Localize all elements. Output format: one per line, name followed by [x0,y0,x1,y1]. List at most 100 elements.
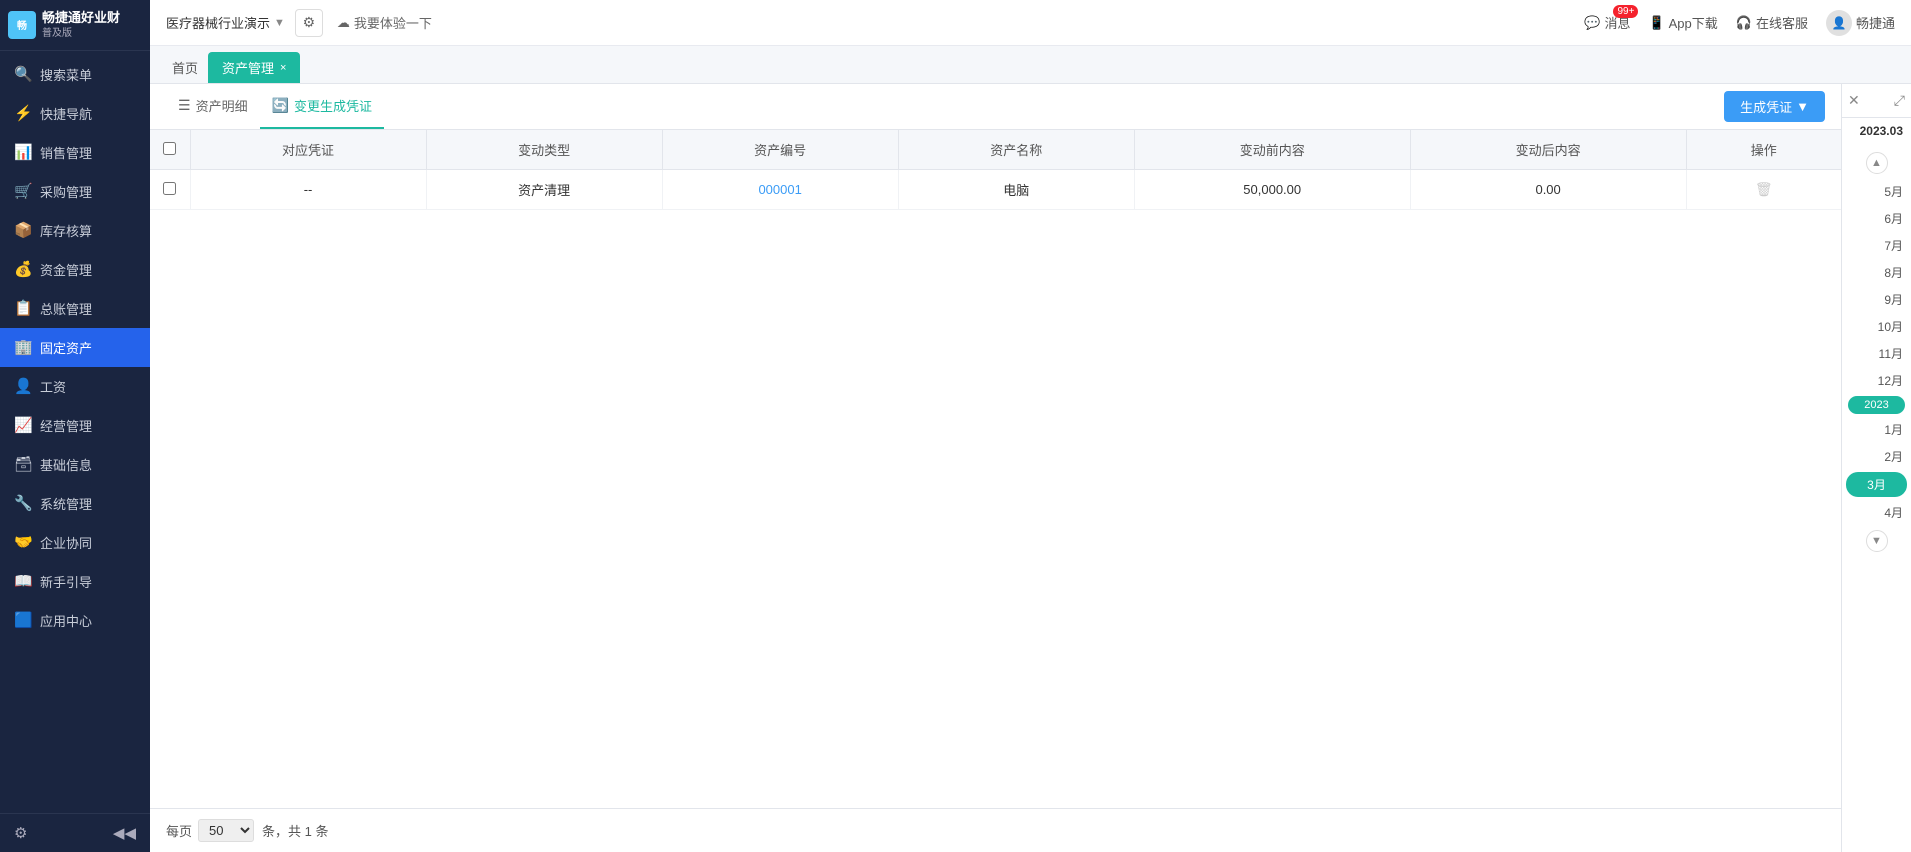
timeline-month-5[interactable]: 5月 [1842,178,1911,205]
header-settings-btn[interactable]: ⚙ [295,9,323,37]
mobile-icon: 📱 [1648,15,1664,31]
timeline-month-4[interactable]: 4月 [1842,499,1911,526]
sidebar-item-payroll[interactable]: 👤工资 [0,367,150,406]
sub-tabs: ☰ 资产明细 🔄 变更生成凭证 生成凭证 ▼ [150,84,1841,130]
sidebar-item-guide[interactable]: 📖新手引导 [0,562,150,601]
total-suffix: 条 [316,824,329,839]
fixed-assets-icon: 🏢 [14,338,32,356]
timeline-month-3-current[interactable]: 3月 [1846,472,1907,497]
row-action: 🗑 [1686,170,1841,210]
col-checkbox [150,130,190,170]
select-all-checkbox[interactable] [163,142,176,155]
sidebar-item-search[interactable]: 🔍搜索菜单 [0,55,150,94]
settings-icon[interactable]: ⚙ [14,824,27,842]
experience-btn[interactable]: ☁ 我要体验一下 [337,13,432,32]
timeline-month-2[interactable]: 2月 [1842,443,1911,470]
up-arrow-icon[interactable]: ▲ [1866,152,1888,174]
logo-icon: 畅 [8,11,36,39]
sidebar-item-enterprise[interactable]: 🤝企业协同 [0,523,150,562]
sidebar-label-payroll: 工资 [40,377,66,396]
sidebar-item-sales[interactable]: 📊销售管理 [0,133,150,172]
delete-row-btn[interactable]: 🗑 [1755,181,1773,197]
sidebar-item-basic-info[interactable]: 🗃 基础信息 [0,445,150,484]
timeline-panel: ✕ ⤢ 2023.03 ▲ 5月 6月 7月 8月 9月 10月 11月 12月… [1841,84,1911,852]
timeline-month-8[interactable]: 8月 [1842,259,1911,286]
table-container: 对应凭证 变动类型 资产编号 资产名称 变动前内容 变动后内容 操作 -- [150,130,1841,808]
sidebar-label-basic-info: 基础信息 [40,455,92,474]
voucher-icon: 🔄 [272,97,289,114]
timeline-up-nav[interactable]: ▲ [1842,148,1911,178]
basic-info-icon: 🗃 [14,455,32,473]
notifications-badge: 99+ [1613,5,1638,18]
content-area: ☰ 资产明细 🔄 变更生成凭证 生成凭证 ▼ [150,84,1911,852]
sidebar-item-fixed-assets[interactable]: 🏢固定资产 [0,328,150,367]
col-change-type: 变动类型 [426,130,662,170]
notifications-btn[interactable]: 💬 消息 99+ [1584,13,1630,32]
timeline-content: ▲ 5月 6月 7月 8月 9月 10月 11月 12月 2023 1月 2月 … [1842,144,1911,852]
sub-tab2-label: 变更生成凭证 [294,96,372,115]
down-arrow-icon[interactable]: ▼ [1866,530,1888,552]
chevron-down-icon: ▼ [274,17,285,29]
timeline-header: ✕ ⤢ [1842,84,1911,118]
row-asset-name: 电脑 [898,170,1134,210]
sidebar-label-sales: 销售管理 [40,143,92,162]
sidebar-item-system[interactable]: 🔧系统管理 [0,484,150,523]
timeline-expand-btn[interactable]: ⤢ [1894,92,1905,109]
collapse-icon[interactable]: ◀◀ [113,824,136,842]
row-voucher: -- [190,170,426,210]
timeline-year-header: 2023.03 [1842,118,1911,144]
generate-voucher-btn[interactable]: 生成凭证 ▼ [1724,91,1825,122]
sidebar-item-app-center[interactable]: 🟦应用中心 [0,601,150,640]
experience-text: 我要体验一下 [354,13,432,32]
timeline-month-11[interactable]: 11月 [1842,340,1911,367]
sub-tab-change-voucher[interactable]: 🔄 变更生成凭证 [260,84,384,129]
app-download-btn[interactable]: 📱 App下载 [1648,13,1717,32]
management-icon: 📈 [14,416,32,434]
timeline-month-10[interactable]: 10月 [1842,313,1911,340]
tab-home[interactable]: 首页 [162,52,208,83]
generate-btn-label: 生成凭证 [1740,97,1792,116]
timeline-month-9[interactable]: 9月 [1842,286,1911,313]
per-page-select[interactable]: 50 10 20 100 [198,819,254,842]
customer-service-btn[interactable]: 🎧 在线客服 [1736,13,1808,32]
table-body: -- 资产清理 000001 电脑 50,000.00 0.00 🗑 [150,170,1841,210]
sidebar-item-inventory[interactable]: 📦库存核算 [0,211,150,250]
per-page-label: 每页 [166,821,192,840]
sidebar-item-ledger[interactable]: 📋总账管理 [0,289,150,328]
timeline-month-6[interactable]: 6月 [1842,205,1911,232]
sub-tab-asset-detail[interactable]: ☰ 资产明细 [166,84,260,129]
sidebar-item-purchase[interactable]: 🛒采购管理 [0,172,150,211]
main-area: 医疗器械行业演示 ▼ ⚙ ☁ 我要体验一下 💬 消息 99+ 📱 App下载 🎧… [150,0,1911,852]
quick-nav-icon: ⚡ [14,104,32,122]
tab-asset-management[interactable]: 资产管理 × [208,52,300,83]
col-after-change: 变动后内容 [1410,130,1686,170]
sidebar-label-finance: 资金管理 [40,260,92,279]
username-label: 畅捷通 [1856,13,1895,32]
home-label: 首页 [172,61,198,76]
timeline-month-12[interactable]: 12月 [1842,367,1911,394]
timeline-year-badge[interactable]: 2023 [1848,396,1905,414]
timeline-down-nav[interactable]: ▼ [1842,526,1911,556]
sidebar-menu: 🔍搜索菜单 ⚡ 快捷导航 📊销售管理🛒采购管理📦库存核算💰资金管理📋总账管理🏢固定资产… [0,51,150,813]
search-icon: 🔍 [14,65,32,83]
timeline-month-1[interactable]: 1月 [1842,416,1911,443]
sidebar-item-quick-nav[interactable]: ⚡ 快捷导航 [0,94,150,133]
pagination-bar: 每页 50 10 20 100 条，共 1 条 [150,808,1841,852]
table-header-row: 对应凭证 变动类型 资产编号 资产名称 变动前内容 变动后内容 操作 [150,130,1841,170]
user-profile-btn[interactable]: 👤 畅捷通 [1826,10,1895,36]
logo-title: 畅捷通好业财 [42,10,120,27]
inventory-icon: 📦 [14,221,32,239]
unit-label: 条，共 [262,824,301,839]
tab-close-icon[interactable]: × [280,62,286,74]
sidebar-label-guide: 新手引导 [40,572,92,591]
sidebar-label-enterprise: 企业协同 [40,533,92,552]
header-right: 💬 消息 99+ 📱 App下载 🎧 在线客服 👤 畅捷通 [1584,10,1895,36]
sidebar-item-management[interactable]: 📈经营管理 [0,406,150,445]
row-before-change: 50,000.00 [1134,170,1410,210]
sidebar-item-finance[interactable]: 💰资金管理 [0,250,150,289]
row-checkbox-0[interactable] [163,182,176,195]
timeline-close-btn[interactable]: ✕ [1848,92,1860,109]
sidebar-label-quick-nav: 快捷导航 [40,104,92,123]
company-name-btn[interactable]: 医疗器械行业演示 ▼ [166,13,285,32]
timeline-month-7[interactable]: 7月 [1842,232,1911,259]
